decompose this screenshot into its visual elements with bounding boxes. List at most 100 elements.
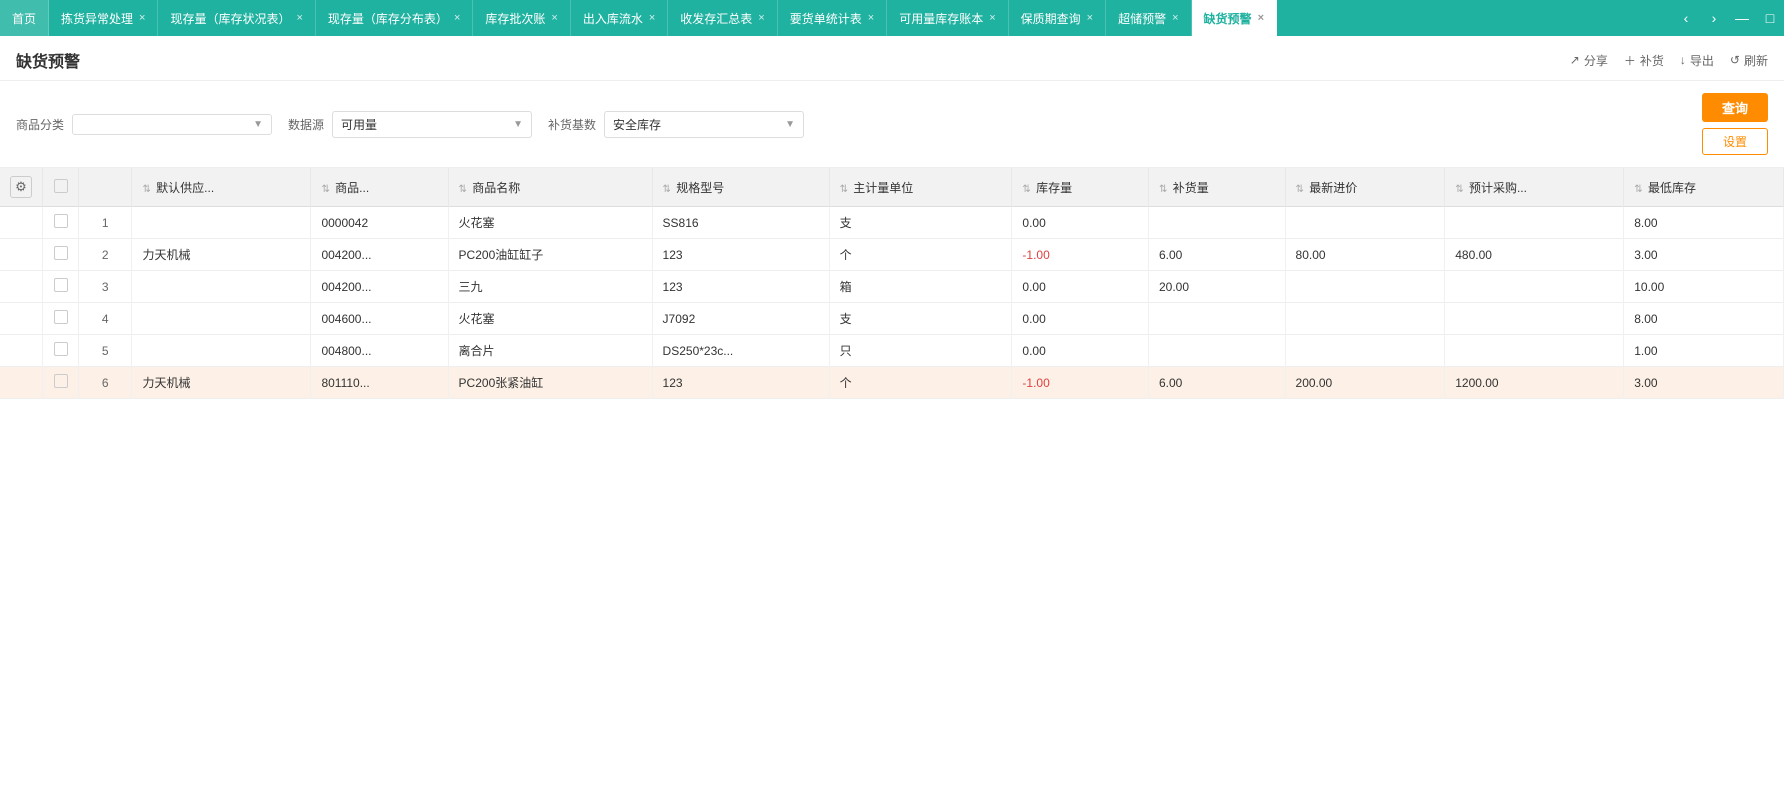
- row-checkbox[interactable]: [54, 310, 68, 324]
- row-min-stock-cell: 3.00: [1624, 239, 1784, 271]
- tab-overstock[interactable]: 超储预警 ×: [1106, 0, 1191, 36]
- tab-inventory-status-label: 现存量（库存状况表）: [170, 10, 290, 27]
- row-spec-cell: J7092: [652, 303, 829, 335]
- row-checkbox-cell: [43, 303, 79, 335]
- row-est-purchase-cell: [1445, 335, 1624, 367]
- header-checkbox[interactable]: [54, 179, 68, 193]
- export-btn[interactable]: ↓ 导出: [1680, 52, 1714, 69]
- tab-available-ledger[interactable]: 可用量库存账本 ×: [887, 0, 1008, 36]
- tab-inventory-dist-close[interactable]: ×: [454, 12, 460, 24]
- tab-batch-account-close[interactable]: ×: [551, 12, 557, 24]
- tab-collect-summary-close[interactable]: ×: [758, 12, 764, 24]
- tab-overstock-label: 超储预警: [1118, 10, 1166, 27]
- col-header-min-stock: ⇅ 最低库存: [1624, 168, 1784, 207]
- tab-exception-close[interactable]: ×: [139, 12, 145, 24]
- supplier-sort-icon: ⇅: [142, 184, 150, 195]
- row-checkbox-cell: [43, 271, 79, 303]
- tab-inventory-dist[interactable]: 现存量（库存分布表） ×: [316, 0, 473, 36]
- tab-exception[interactable]: 拣货异常处理 ×: [49, 0, 158, 36]
- tab-shortage-label: 缺货预警: [1204, 10, 1252, 27]
- tab-prev-btn[interactable]: ‹: [1672, 0, 1700, 36]
- header-actions: ↗ 分享 ＋ 补货 ↓ 导出 ↺ 刷新: [1570, 52, 1768, 69]
- est-purchase-sort-icon: ⇅: [1455, 184, 1463, 195]
- col-header-settings: ⚙: [0, 168, 43, 207]
- gear-icon[interactable]: ⚙: [10, 176, 32, 198]
- row-unit-cell: 支: [829, 207, 1012, 239]
- goods-code-sort-icon: ⇅: [321, 184, 329, 195]
- filter-datasource-group: 数据源 可用量 ▼: [288, 111, 532, 138]
- tab-shortage-close[interactable]: ×: [1258, 12, 1264, 24]
- tab-inventory-dist-label: 现存量（库存分布表）: [328, 10, 448, 27]
- tab-order-stat[interactable]: 要货单统计表 ×: [778, 0, 887, 36]
- tab-order-stat-close[interactable]: ×: [868, 12, 874, 24]
- filter-datasource-select[interactable]: 可用量 ▼: [332, 111, 532, 138]
- row-supplier-cell: [132, 335, 311, 367]
- goods-name-sort-icon: ⇅: [459, 184, 467, 195]
- tab-overstock-close[interactable]: ×: [1172, 12, 1178, 24]
- row-stock-cell: 0.00: [1012, 335, 1149, 367]
- tab-available-ledger-close[interactable]: ×: [989, 12, 995, 24]
- col-header-spec: ⇅ 规格型号: [652, 168, 829, 207]
- tab-minimize-btn[interactable]: —: [1728, 0, 1756, 36]
- tab-batch-account[interactable]: 库存批次账 ×: [473, 0, 570, 36]
- col-header-supplier: ⇅ 默认供应...: [132, 168, 311, 207]
- row-spec-cell: SS816: [652, 207, 829, 239]
- row-goods-code-cell: 0000042: [311, 207, 448, 239]
- row-supplier-cell: 力天机械: [132, 239, 311, 271]
- row-latest-price-cell: 200.00: [1285, 367, 1445, 399]
- row-goods-name-cell: 三九: [448, 271, 652, 303]
- row-num-cell: 6: [79, 367, 132, 399]
- settings-button[interactable]: 设置: [1702, 128, 1768, 155]
- row-num-cell: 1: [79, 207, 132, 239]
- refresh-btn[interactable]: ↺ 刷新: [1730, 52, 1768, 69]
- row-replenish-cell: 6.00: [1148, 367, 1285, 399]
- row-goods-name-cell: PC200油缸缸子: [448, 239, 652, 271]
- tab-expiry-query[interactable]: 保质期查询 ×: [1009, 0, 1106, 36]
- row-checkbox[interactable]: [54, 342, 68, 356]
- replenish-btn[interactable]: ＋ 补货: [1624, 52, 1664, 69]
- tab-expiry-query-close[interactable]: ×: [1087, 12, 1093, 24]
- row-checkbox[interactable]: [54, 374, 68, 388]
- row-latest-price-cell: [1285, 271, 1445, 303]
- export-label: 导出: [1690, 52, 1714, 69]
- refresh-icon: ↺: [1730, 53, 1740, 67]
- row-checkbox-cell: [43, 335, 79, 367]
- tab-collect-summary-label: 收发存汇总表: [680, 10, 752, 27]
- col-header-num: [79, 168, 132, 207]
- filter-replenish-base-value: 安全库存: [613, 116, 661, 133]
- min-stock-sort-icon: ⇅: [1634, 184, 1642, 195]
- row-replenish-cell: 6.00: [1148, 239, 1285, 271]
- query-button[interactable]: 查询: [1702, 93, 1768, 122]
- filter-category-group: 商品分类 ▼: [16, 114, 272, 135]
- tab-shortage[interactable]: 缺货预警 ×: [1192, 0, 1277, 36]
- row-stock-cell: 0.00: [1012, 207, 1149, 239]
- table-row: 4 004600... 火花塞 J7092 支 0.00 8.00: [0, 303, 1784, 335]
- replenish-label: 补货: [1640, 52, 1664, 69]
- row-spec-cell: 123: [652, 367, 829, 399]
- row-latest-price-cell: [1285, 207, 1445, 239]
- tab-in-out-flow[interactable]: 出入库流水 ×: [571, 0, 668, 36]
- row-checkbox[interactable]: [54, 214, 68, 228]
- tab-next-btn[interactable]: ›: [1700, 0, 1728, 36]
- tab-collect-summary[interactable]: 收发存汇总表 ×: [668, 0, 777, 36]
- tab-inventory-status-close[interactable]: ×: [296, 12, 302, 24]
- row-unit-cell: 只: [829, 335, 1012, 367]
- filter-replenish-base-group: 补货基数 安全库存 ▼: [548, 111, 804, 138]
- filter-category-select[interactable]: ▼: [72, 114, 272, 135]
- row-checkbox[interactable]: [54, 246, 68, 260]
- col-header-goods-name: ⇅ 商品名称: [448, 168, 652, 207]
- filter-replenish-base-select[interactable]: 安全库存 ▼: [604, 111, 804, 138]
- tab-in-out-flow-close[interactable]: ×: [649, 12, 655, 24]
- row-checkbox-cell: [43, 239, 79, 271]
- tab-home-label: 首页: [12, 10, 36, 27]
- row-est-purchase-cell: 1200.00: [1445, 367, 1624, 399]
- share-btn[interactable]: ↗ 分享: [1570, 52, 1608, 69]
- spec-sort-icon: ⇅: [663, 184, 671, 195]
- tab-maximize-btn[interactable]: □: [1756, 0, 1784, 36]
- row-spec-cell: 123: [652, 239, 829, 271]
- tab-inventory-status[interactable]: 现存量（库存状况表） ×: [158, 0, 315, 36]
- share-icon: ↗: [1570, 53, 1580, 67]
- tab-home[interactable]: 首页: [0, 0, 49, 36]
- row-spec-cell: 123: [652, 271, 829, 303]
- row-checkbox[interactable]: [54, 278, 68, 292]
